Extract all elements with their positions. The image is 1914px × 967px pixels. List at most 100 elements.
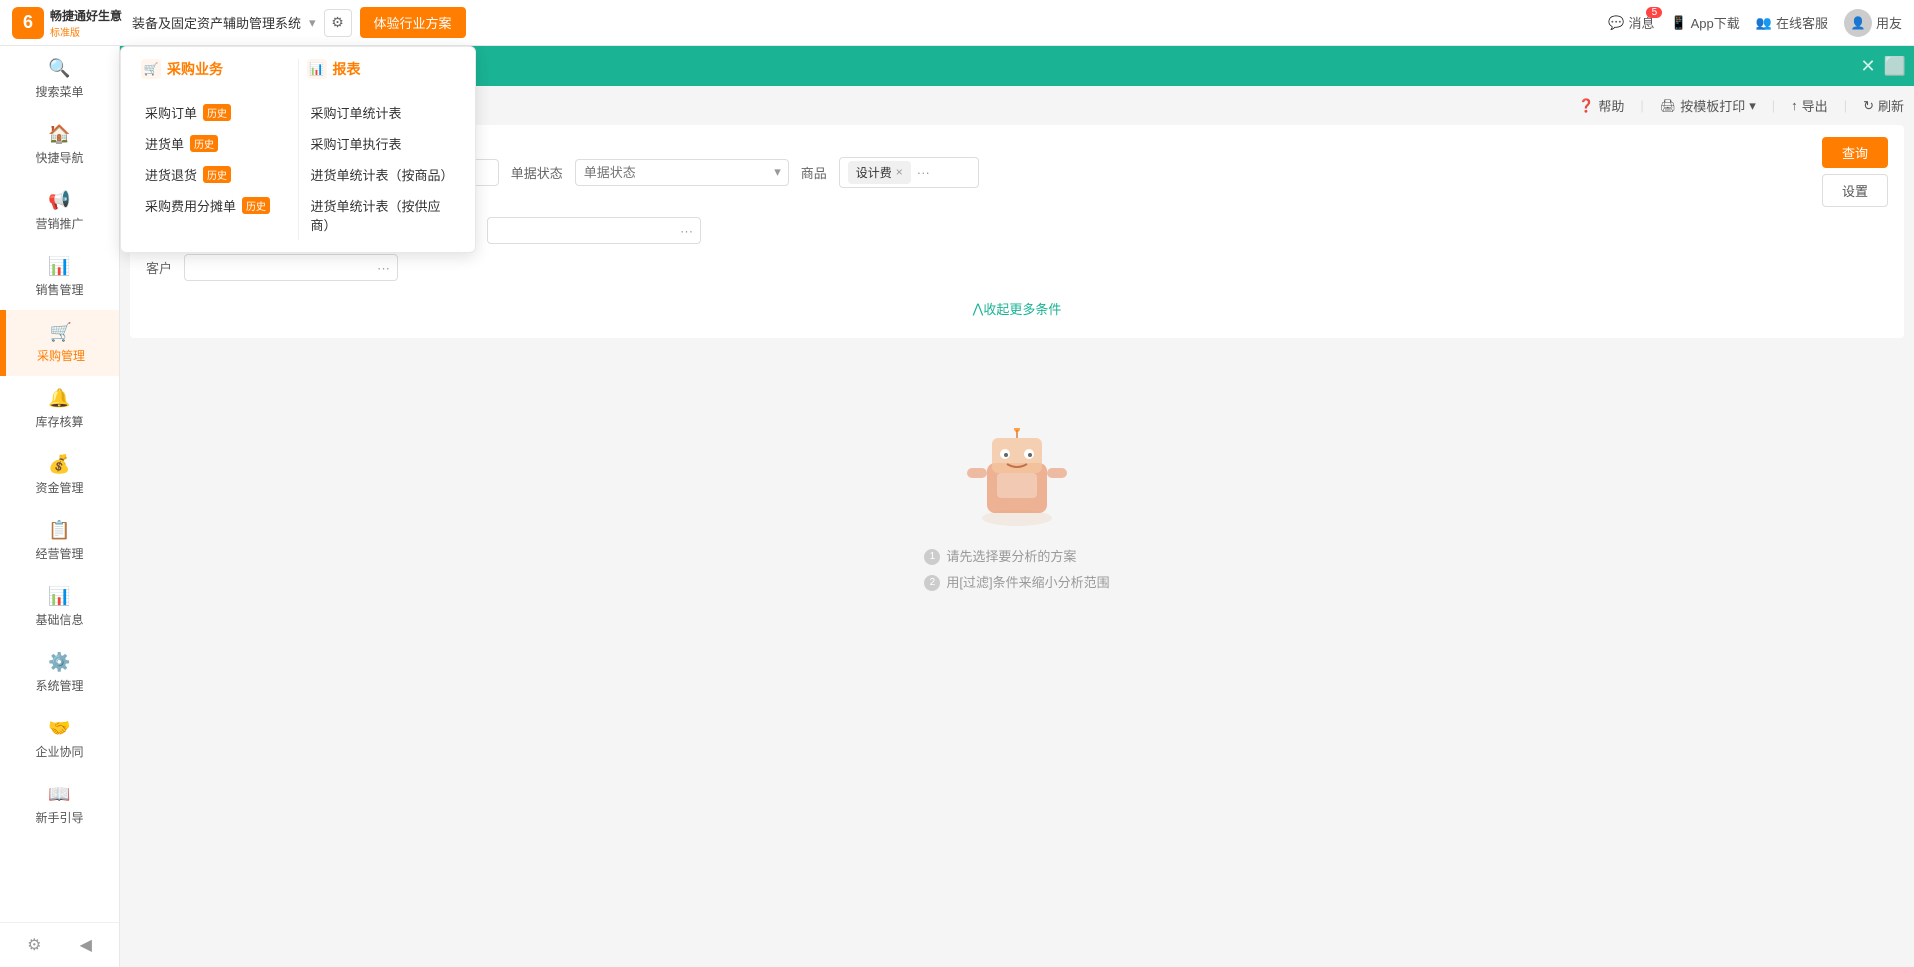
dropdown-item-incoming-stats-supplier[interactable]: 进货单统计表（按供应商）: [307, 190, 456, 240]
export-icon: ↑: [1791, 98, 1798, 113]
goods-dots[interactable]: ···: [917, 165, 930, 180]
collapse-bar[interactable]: ⋀ 收起更多条件: [146, 291, 1888, 326]
basic-info-icon: 📊: [48, 586, 70, 607]
query-button[interactable]: 查询: [1822, 137, 1888, 168]
dropdown-menu: 🛒 采购业务 采购订单 历史 进货单 历史 进货退货 历史 采购费用分摊单: [120, 46, 476, 253]
dropdown-col-report: 📊 报表 采购订单统计表 采购订单执行表 进货单统计表（按商品） 进货单统计表（…: [298, 59, 464, 240]
export-btn[interactable]: ↑ 导出: [1791, 96, 1828, 115]
sidebar-item-system-mgmt[interactable]: ⚙️ 系统管理: [0, 640, 119, 706]
refresh-btn[interactable]: ↻ 刷新: [1863, 96, 1904, 115]
sidebar-item-basic-info[interactable]: 📊 基础信息: [0, 574, 119, 640]
finance-icon: 💰: [48, 454, 70, 475]
top-header: 6 畅捷通好生意 标准版 装备及固定资产辅助管理系统 ▾ ⚙ 体验行业方案 💬 …: [0, 0, 1914, 46]
gear-button[interactable]: ⚙: [324, 9, 352, 37]
sidebar-label-guide: 新手引导: [35, 809, 83, 826]
report-header-icon: 📊: [307, 59, 327, 79]
logo-area: 6 畅捷通好生意 标准版: [12, 7, 132, 39]
help-icon: ❓: [1578, 98, 1594, 114]
user-action[interactable]: 👤 用友: [1844, 9, 1902, 37]
empty-hint-2: 2 用[过滤]条件来缩小分析范围: [924, 570, 1109, 596]
sidebar-settings-btn[interactable]: ⚙: [27, 935, 41, 955]
goods-tag-label: 设计费: [856, 164, 892, 181]
online-service-action[interactable]: 👥 在线客服: [1756, 13, 1828, 32]
dropdown-item-purchase-order-exec[interactable]: 采购订单执行表: [307, 128, 456, 159]
sidebar-item-marketing[interactable]: 📢 营销推广: [0, 178, 119, 244]
app-download-label: App下载: [1691, 13, 1740, 32]
history-badge-1: 历史: [203, 104, 231, 121]
dropdown-columns: 🛒 采购业务 采购订单 历史 进货单 历史 进货退货 历史 采购费用分摊单: [133, 59, 463, 240]
user-label: 用友: [1876, 13, 1902, 32]
dropdown-col-purchase-header: 🛒 采购业务: [141, 59, 290, 85]
guide-icon: 📖: [48, 784, 70, 805]
header-right: 💬 消息 5 📱 App下载 👥 在线客服 👤 用友: [1608, 9, 1902, 37]
salesperson-dots[interactable]: ···: [680, 223, 693, 238]
setting-button[interactable]: 设置: [1822, 174, 1888, 207]
service-icon: 👥: [1756, 15, 1772, 31]
dropdown-label-incoming: 进货单: [145, 134, 184, 153]
customer-input[interactable]: [184, 254, 398, 281]
online-service-label: 在线客服: [1776, 13, 1828, 32]
document-status-input[interactable]: [575, 159, 789, 186]
goods-label: 商品: [801, 163, 827, 182]
sidebar-item-finance-mgmt[interactable]: 💰 资金管理: [0, 442, 119, 508]
document-status-label: 单据状态: [511, 163, 563, 182]
query-actions: 查询 设置: [1822, 137, 1888, 207]
sidebar-item-search-menu[interactable]: 🔍 搜索菜单: [0, 46, 119, 112]
sidebar-item-ops-mgmt[interactable]: 📋 经营管理: [0, 508, 119, 574]
sidebar-item-inventory-check[interactable]: 🔔 库存核算: [0, 376, 119, 442]
sidebar-item-newbie-guide[interactable]: 📖 新手引导: [0, 772, 119, 838]
collapse-label: 收起更多条件: [983, 299, 1061, 318]
dropdown-label-po-stats: 采购订单统计表: [311, 103, 402, 122]
dropdown-item-incoming-stats-goods[interactable]: 进货单统计表（按商品）: [307, 159, 456, 190]
tab-maximize-icon[interactable]: ⬜: [1884, 56, 1906, 77]
customer-dots[interactable]: ···: [377, 260, 390, 275]
filter-row-3: 客户 ···: [146, 254, 1888, 281]
template-print-btn[interactable]: 🖨 按模板打印 ▾: [1660, 96, 1756, 115]
bullet-2: 2: [924, 575, 940, 591]
empty-illustration: [957, 428, 1077, 528]
dropdown-label-is-goods: 进货单统计表（按商品）: [311, 165, 452, 184]
dropdown-label-po-exec: 采购订单执行表: [311, 134, 402, 153]
history-badge-2: 历史: [190, 135, 218, 152]
sidebar-item-quick-nav[interactable]: 🏠 快捷导航: [0, 112, 119, 178]
logo-icon: 6: [12, 7, 44, 39]
sidebar-collapse-btn[interactable]: ◀: [80, 935, 92, 955]
marketing-icon: 📢: [48, 190, 70, 211]
sidebar-label-search: 搜索菜单: [35, 83, 83, 100]
history-badge-3: 历史: [203, 166, 231, 183]
goods-tag-close[interactable]: ×: [896, 165, 903, 179]
logo-text: 畅捷通好生意 标准版: [50, 7, 122, 39]
system-icon: ⚙️: [48, 652, 70, 673]
message-badge: 5: [1646, 7, 1662, 18]
bullet-1: 1: [924, 549, 940, 565]
dropdown-item-purchase-order-stats[interactable]: 采购订单统计表: [307, 97, 456, 128]
dropdown-label-incoming-return: 进货退货: [145, 165, 197, 184]
title-dropdown-icon[interactable]: ▾: [309, 15, 316, 31]
sidebar-bottom: ⚙ ◀: [0, 922, 119, 967]
message-action[interactable]: 💬 消息 5: [1608, 13, 1654, 32]
salesperson-input[interactable]: [487, 217, 701, 244]
sidebar-item-enterprise-coop[interactable]: 🤝 企业协同: [0, 706, 119, 772]
dropdown-item-incoming-return[interactable]: 进货退货 历史: [141, 159, 290, 190]
refresh-icon: ↻: [1863, 98, 1874, 114]
empty-robot-svg: [957, 428, 1077, 528]
sidebar-label-marketing: 营销推广: [35, 215, 83, 232]
dropdown-item-purchase-order[interactable]: 采购订单 历史: [141, 97, 290, 128]
purchase-icon: 🛒: [50, 322, 72, 343]
dropdown-item-purchase-expense[interactable]: 采购费用分摊单 历史: [141, 190, 290, 221]
sidebar-label-enterprise: 企业协同: [35, 743, 83, 760]
help-btn[interactable]: ❓ 帮助: [1578, 96, 1624, 115]
dropdown-col-report-header: 📊 报表: [307, 59, 456, 85]
sidebar-item-sales-mgmt[interactable]: 📊 销售管理: [0, 244, 119, 310]
user-avatar: 👤: [1844, 9, 1872, 37]
dropdown-overlay: 🛒 采购业务 采购订单 历史 进货单 历史 进货退货 历史 采购费用分摊单: [120, 46, 476, 253]
industry-btn[interactable]: 体验行业方案: [360, 7, 466, 38]
sidebar-label-sales: 销售管理: [35, 281, 83, 298]
app-download-action[interactable]: 📱 App下载: [1670, 13, 1739, 32]
print-icon: 🖨: [1660, 98, 1677, 114]
dropdown-label-purchase-expense: 采购费用分摊单: [145, 196, 236, 215]
tab-close-window-icon[interactable]: ✕: [1860, 56, 1875, 77]
dropdown-item-incoming[interactable]: 进货单 历史: [141, 128, 290, 159]
sidebar-item-purchase-mgmt[interactable]: 🛒 采购管理: [0, 310, 119, 376]
phone-icon: 📱: [1670, 15, 1686, 31]
